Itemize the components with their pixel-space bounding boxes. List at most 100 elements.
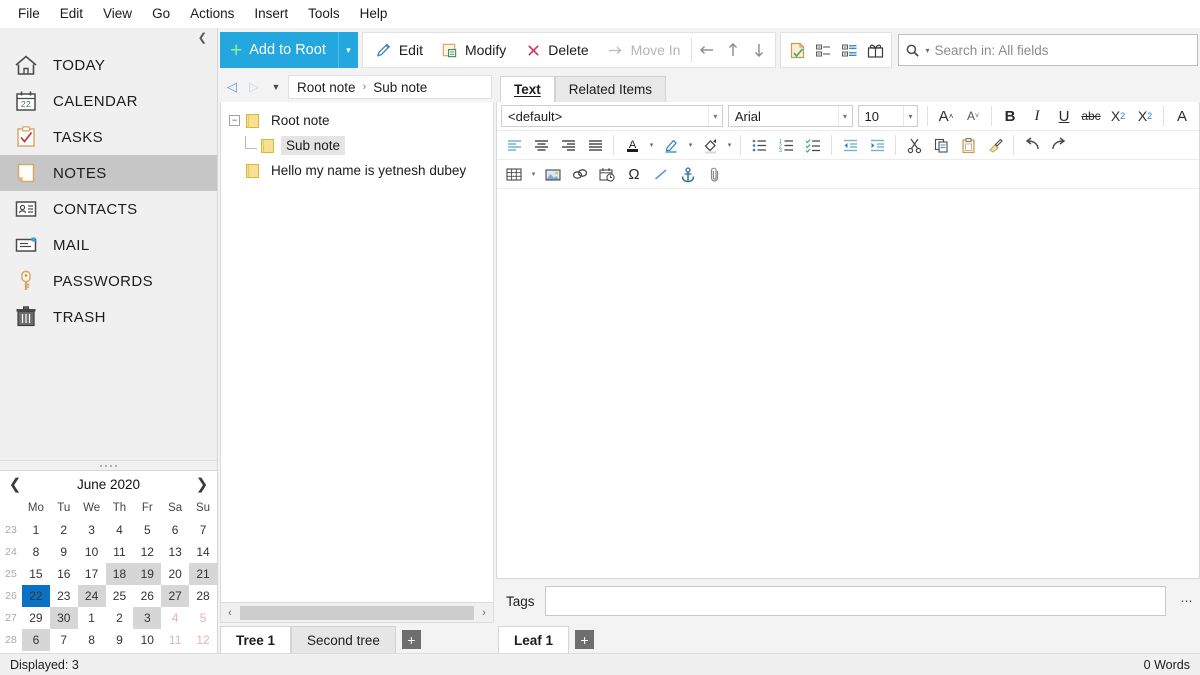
breadcrumb-item-sub[interactable]: Sub note (373, 80, 427, 95)
tree-node-sub[interactable]: Sub note (221, 133, 493, 158)
note-tree[interactable]: − Root note Sub note Hello my name is ye… (220, 102, 494, 603)
chevron-down-icon[interactable]: ▾ (837, 106, 852, 126)
calendar-day[interactable]: 9 (50, 541, 78, 563)
align-center-icon[interactable] (528, 133, 554, 158)
tab-tree-1[interactable]: Tree 1 (220, 626, 292, 653)
calendar-day[interactable]: 5 (189, 607, 217, 629)
calendar-prev-month-button[interactable]: ❮ (8, 475, 22, 493)
cut-icon[interactable] (901, 133, 927, 158)
tree-horizontal-scrollbar[interactable]: ‹ › (220, 603, 494, 623)
calendar-day[interactable]: 27 (161, 585, 190, 607)
scroll-left-button[interactable]: ‹ (221, 607, 239, 619)
grow-font-icon[interactable]: A ˄ (933, 104, 959, 129)
sidebar-item-contacts[interactable]: CONTACTS (0, 191, 217, 227)
attachment-icon[interactable] (702, 162, 728, 187)
calendar-day[interactable]: 8 (78, 629, 106, 651)
calendar-next-month-button[interactable]: ❯ (195, 475, 209, 493)
tree-node-hello[interactable]: Hello my name is yetnesh dubey (221, 158, 493, 183)
indent-icon[interactable] (864, 133, 890, 158)
horizontal-line-icon[interactable] (648, 162, 674, 187)
font-color-icon[interactable]: A (1169, 104, 1195, 129)
calendar-day[interactable]: 25 (106, 585, 134, 607)
breadcrumb-forward-button[interactable]: ▷ (244, 79, 264, 95)
superscript-icon[interactable]: X2 (1132, 104, 1158, 129)
tags-more-button[interactable]: ⋯ (1176, 594, 1198, 608)
tags-input[interactable] (544, 586, 1166, 616)
font-size-select[interactable]: 10 ▾ (857, 105, 919, 127)
calendar-day[interactable]: 1 (22, 519, 50, 541)
fill-color-icon[interactable] (697, 133, 723, 158)
menu-item-view[interactable]: View (93, 2, 142, 25)
tree-expander-icon[interactable]: − (229, 115, 240, 126)
tab-related-items[interactable]: Related Items (554, 76, 667, 102)
menu-item-insert[interactable]: Insert (244, 2, 298, 25)
calendar-day[interactable]: 11 (106, 541, 134, 563)
chevron-down-icon[interactable]: ▾ (724, 141, 735, 149)
search-input[interactable]: ▾ Search in: All fields (898, 34, 1198, 66)
calendar-day[interactable]: 3 (78, 519, 106, 541)
calendar-day[interactable]: 28 (189, 585, 217, 607)
calendar-day[interactable]: 18 (105, 563, 134, 585)
align-left-icon[interactable] (501, 133, 527, 158)
date-time-icon[interactable] (594, 162, 620, 187)
calendar-day[interactable]: 1 (78, 607, 106, 629)
add-leaf-tab-button[interactable]: + (575, 630, 595, 649)
calendar-day[interactable]: 7 (50, 629, 78, 651)
menu-item-actions[interactable]: Actions (180, 2, 244, 25)
chevron-down-icon[interactable]: ▾ (685, 141, 696, 149)
calendar-day[interactable]: 24 (77, 585, 106, 607)
calendar-day[interactable]: 2 (106, 607, 134, 629)
tree-view-icon[interactable] (810, 38, 836, 63)
chevron-down-icon[interactable]: ▾ (646, 141, 657, 149)
strikethrough-icon[interactable]: abc (1078, 104, 1104, 129)
calendar-day[interactable]: 23 (50, 585, 78, 607)
highlight-color-icon[interactable] (658, 133, 684, 158)
calendar-day[interactable]: 13 (161, 541, 189, 563)
subscript-icon[interactable]: X2 (1105, 104, 1131, 129)
symbol-icon[interactable]: Ω (621, 162, 647, 187)
tree-node-root[interactable]: − Root note (221, 108, 493, 133)
tab-text[interactable]: Text (500, 76, 555, 102)
sidebar-item-mail[interactable]: MAIL (0, 227, 217, 263)
calendar-day[interactable]: 12 (189, 629, 217, 651)
bullet-list-icon[interactable] (746, 133, 772, 158)
calendar-day[interactable]: 11 (161, 629, 189, 651)
calendar-day[interactable]: 6 (22, 629, 50, 651)
list-view-icon[interactable] (836, 38, 862, 63)
menu-item-tools[interactable]: Tools (298, 2, 350, 25)
format-painter-icon[interactable] (982, 133, 1008, 158)
calendar-day[interactable]: 4 (106, 519, 134, 541)
sidebar-item-tasks[interactable]: TASKS (0, 119, 217, 155)
table-icon[interactable] (501, 162, 527, 187)
paragraph-style-select[interactable]: <default> ▾ (501, 105, 723, 127)
edit-button[interactable]: Edit (366, 34, 432, 66)
calendar-day[interactable]: 20 (161, 563, 189, 585)
calendar-day[interactable]: 7 (189, 519, 217, 541)
note-text-canvas[interactable] (497, 189, 1199, 578)
delete-button[interactable]: Delete (515, 34, 597, 66)
menu-item-go[interactable]: Go (142, 2, 180, 25)
calendar-day[interactable]: 14 (189, 541, 217, 563)
sidebar-item-notes[interactable]: NOTES (0, 155, 217, 191)
sidebar-item-passwords[interactable]: PASSWORDS (0, 263, 217, 299)
modify-button[interactable]: Modify (432, 34, 515, 66)
add-to-root-button[interactable]: + Add to Root ▾ (220, 32, 358, 68)
breadcrumb-item-root[interactable]: Root note (297, 80, 356, 95)
font-family-select[interactable]: Arial ▾ (727, 105, 853, 127)
add-tree-tab-button[interactable]: + (401, 630, 421, 649)
calendar-day[interactable]: 3 (133, 607, 162, 629)
calendar-day[interactable]: 26 (133, 585, 161, 607)
calendar-day[interactable]: 9 (106, 629, 134, 651)
align-justify-icon[interactable] (582, 133, 608, 158)
sidebar-splitter-handle[interactable] (0, 460, 217, 470)
anchor-icon[interactable] (675, 162, 701, 187)
breadcrumb-history-dropdown[interactable]: ▼ (266, 82, 286, 92)
breadcrumb-back-button[interactable]: ◁ (222, 79, 242, 95)
checklist-icon[interactable] (800, 133, 826, 158)
calendar-day[interactable]: 21 (189, 563, 217, 585)
new-checked-note-icon[interactable] (784, 38, 810, 63)
paste-icon[interactable] (955, 133, 981, 158)
move-in-button[interactable]: Move In (598, 34, 690, 66)
calendar-day[interactable]: 6 (161, 519, 189, 541)
scroll-right-button[interactable]: › (475, 607, 493, 619)
